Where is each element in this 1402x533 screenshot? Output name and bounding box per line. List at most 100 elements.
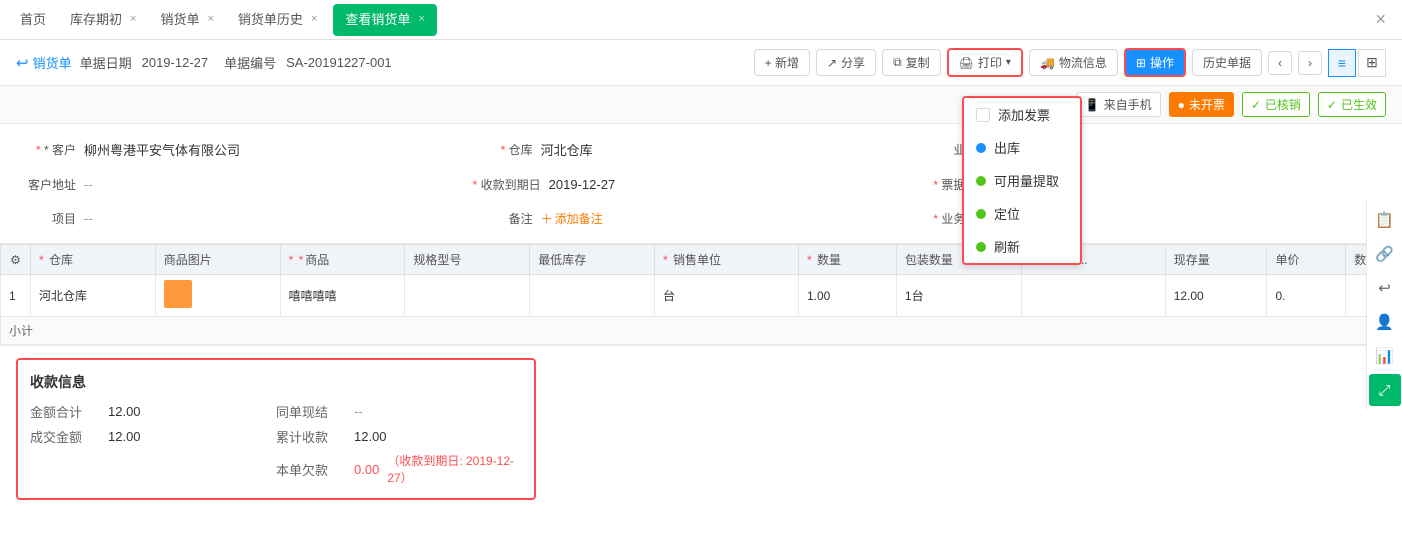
tab-sales-order[interactable]: 销货单 ×	[148, 0, 225, 40]
same-order-label: 同单现结	[276, 402, 346, 421]
take-effect-button[interactable]: ✓ 已生效	[1318, 92, 1386, 117]
row-no: 1	[1, 275, 31, 317]
address-value: --	[84, 177, 93, 192]
this-owe-label: 本单欠款	[276, 460, 346, 479]
not-open-button[interactable]: ● 未开票	[1169, 92, 1234, 117]
sidebar-link-icon[interactable]: 🔗	[1369, 238, 1401, 270]
share-button[interactable]: ↗ 分享	[816, 49, 876, 76]
col-product-img: 商品图片	[155, 245, 280, 275]
share-icon: ↗	[827, 56, 837, 70]
row-stock: 12.00	[1165, 275, 1267, 317]
note-label: 备注	[473, 210, 533, 227]
tab-view-close[interactable]: ×	[418, 13, 424, 25]
circle-icon: ●	[1178, 98, 1185, 112]
date-label: 单据日期	[80, 53, 132, 72]
tab-home[interactable]: 首页	[8, 0, 58, 40]
print-button[interactable]: 🖨 打印 ▾	[947, 48, 1023, 77]
view-toggle: ≡ ⊞	[1328, 49, 1386, 77]
row-available	[1021, 275, 1165, 317]
tab-sales-label: 销货单	[160, 9, 199, 28]
tab-sales-close[interactable]: ×	[207, 13, 213, 25]
refresh-label: 刷新	[994, 237, 1020, 256]
refresh-item[interactable]: 刷新	[964, 230, 1080, 263]
sidebar-copy-icon[interactable]: 📋	[1369, 204, 1401, 236]
sidebar-back-icon[interactable]: ↩	[1369, 272, 1401, 304]
cumulative-label: 累计收款	[276, 427, 346, 446]
right-sidebar: 📋 🔗 ↩ 👤 📊 ⤢	[1366, 200, 1402, 410]
col-setting[interactable]: ⚙	[1, 245, 31, 275]
cumulative-value: 12.00	[354, 429, 387, 444]
payment-box: 收款信息 金额合计 12.00 同单现结 -- 成交金额 12.00 累计收款 …	[16, 358, 536, 500]
confirm-button[interactable]: ✓ 已核销	[1242, 92, 1310, 117]
payment-grid: 金额合计 12.00 同单现结 -- 成交金额 12.00 累计收款 12.00…	[30, 402, 522, 486]
truck-icon: 🚚	[1040, 56, 1055, 70]
tab-home-label: 首页	[20, 9, 46, 28]
next-button[interactable]: ›	[1298, 51, 1322, 75]
note-row: 备注 ＋ 添加备注	[473, 206, 930, 231]
payment-title: 收款信息	[30, 372, 522, 392]
row-spec	[405, 275, 530, 317]
same-order-item: 同单现结 --	[276, 402, 522, 421]
quantity-extract-item[interactable]: 可用量提取	[964, 164, 1080, 197]
add-note-button[interactable]: ＋ 添加备注	[541, 210, 603, 227]
subtotal-label: 小计	[1, 317, 1402, 345]
operation-dropdown: 添加发票 出库 可用量提取 定位 刷新	[962, 96, 1082, 265]
sidebar-user-icon[interactable]: 👤	[1369, 306, 1401, 338]
tab-history-label: 销货单历史	[238, 9, 303, 28]
col-price: 单价	[1267, 245, 1346, 275]
product-table-wrapper: ⚙ * 仓库 商品图片 * *商品 规格型号 最低库存 * 销售单位 * 数量 …	[0, 244, 1402, 346]
op-row: 📱 来自手机 ● 未开票 ✓ 已核销 ✓ 已生效	[0, 86, 1402, 124]
doc-title-area: ↩ 销货单 单据日期 2019-12-27 单据编号 SA-20191227-0…	[16, 53, 742, 72]
due-date-value: 2019-12-27	[549, 177, 616, 192]
green-dot-icon-1	[976, 176, 986, 186]
print-icon: 🖨	[959, 56, 974, 70]
from-phone-button[interactable]: 📱 来自手机	[1076, 92, 1161, 117]
list-view-button[interactable]: ≡	[1328, 49, 1356, 77]
this-owe-item: 本单欠款 0.00 （收款到期日: 2019-12-27）	[276, 452, 522, 486]
tab-sales-history[interactable]: 销货单历史 ×	[226, 0, 329, 40]
col-min-stock: 最低库存	[530, 245, 655, 275]
doc-header: ↩ 销货单 单据日期 2019-12-27 单据编号 SA-20191227-0…	[0, 40, 1402, 86]
add-invoice-label: 添加发票	[998, 105, 1050, 124]
doc-meta: 单据日期 2019-12-27 单据编号 SA-20191227-001	[80, 53, 392, 72]
sidebar-expand-icon[interactable]: ⤢	[1369, 374, 1401, 406]
tab-view-sales[interactable]: 查看销货单 ×	[333, 4, 436, 36]
customer-row: * * 客户 柳州粤港平安气体有限公司	[16, 136, 473, 163]
logistics-button[interactable]: 🚚 物流信息	[1029, 49, 1118, 76]
effect-icon: ✓	[1327, 98, 1337, 112]
date-value: 2019-12-27	[142, 55, 209, 70]
row-min-stock	[530, 275, 655, 317]
history-button[interactable]: 历史单据	[1192, 49, 1262, 76]
due-note: （收款到期日: 2019-12-27）	[387, 452, 522, 486]
col-spec: 规格型号	[405, 245, 530, 275]
outbound-label: 出库	[994, 138, 1020, 157]
due-date-row: * 收款到期日 2019-12-27	[473, 171, 930, 198]
copy-button[interactable]: ⧉ 复制	[882, 49, 941, 76]
deal-amount-item: 成交金额 12.00	[30, 427, 276, 446]
tab-history-close[interactable]: ×	[311, 13, 317, 25]
plus-icon: ＋	[541, 210, 553, 227]
tab-inventory-label: 库存期初	[70, 9, 122, 28]
outbound-item[interactable]: 出库	[964, 131, 1080, 164]
tab-view-label: 查看销货单	[345, 9, 410, 28]
sidebar-chart-icon[interactable]: 📊	[1369, 340, 1401, 372]
col-stock: 现存量	[1165, 245, 1267, 275]
grid-view-button[interactable]: ⊞	[1358, 49, 1386, 77]
customer-label: * * 客户	[16, 141, 76, 158]
new-button[interactable]: + 新增	[754, 49, 810, 76]
col-unit: * 销售单位	[654, 245, 798, 275]
tab-inventory-init[interactable]: 库存期初 ×	[58, 0, 148, 40]
green-dot-icon-3	[976, 242, 986, 252]
project-label: 项目	[16, 210, 76, 227]
row-pkg-qty: 1台	[896, 275, 1021, 317]
table-row: 1 河北仓库 嘻嘻嘻嘻 台 1.00 1台 12.00 0.	[1, 275, 1402, 317]
locate-item[interactable]: 定位	[964, 197, 1080, 230]
prev-button[interactable]: ‹	[1268, 51, 1292, 75]
warehouse-value: 河北仓库	[541, 140, 593, 159]
add-invoice-item[interactable]: 添加发票	[964, 98, 1080, 131]
tab-inventory-close[interactable]: ×	[130, 13, 136, 25]
window-close-button[interactable]: ×	[1367, 9, 1394, 30]
operation-button[interactable]: ⊞ 操作	[1124, 48, 1186, 77]
address-row: 客户地址 --	[16, 171, 473, 198]
amount-total-item: 金额合计 12.00	[30, 402, 276, 421]
